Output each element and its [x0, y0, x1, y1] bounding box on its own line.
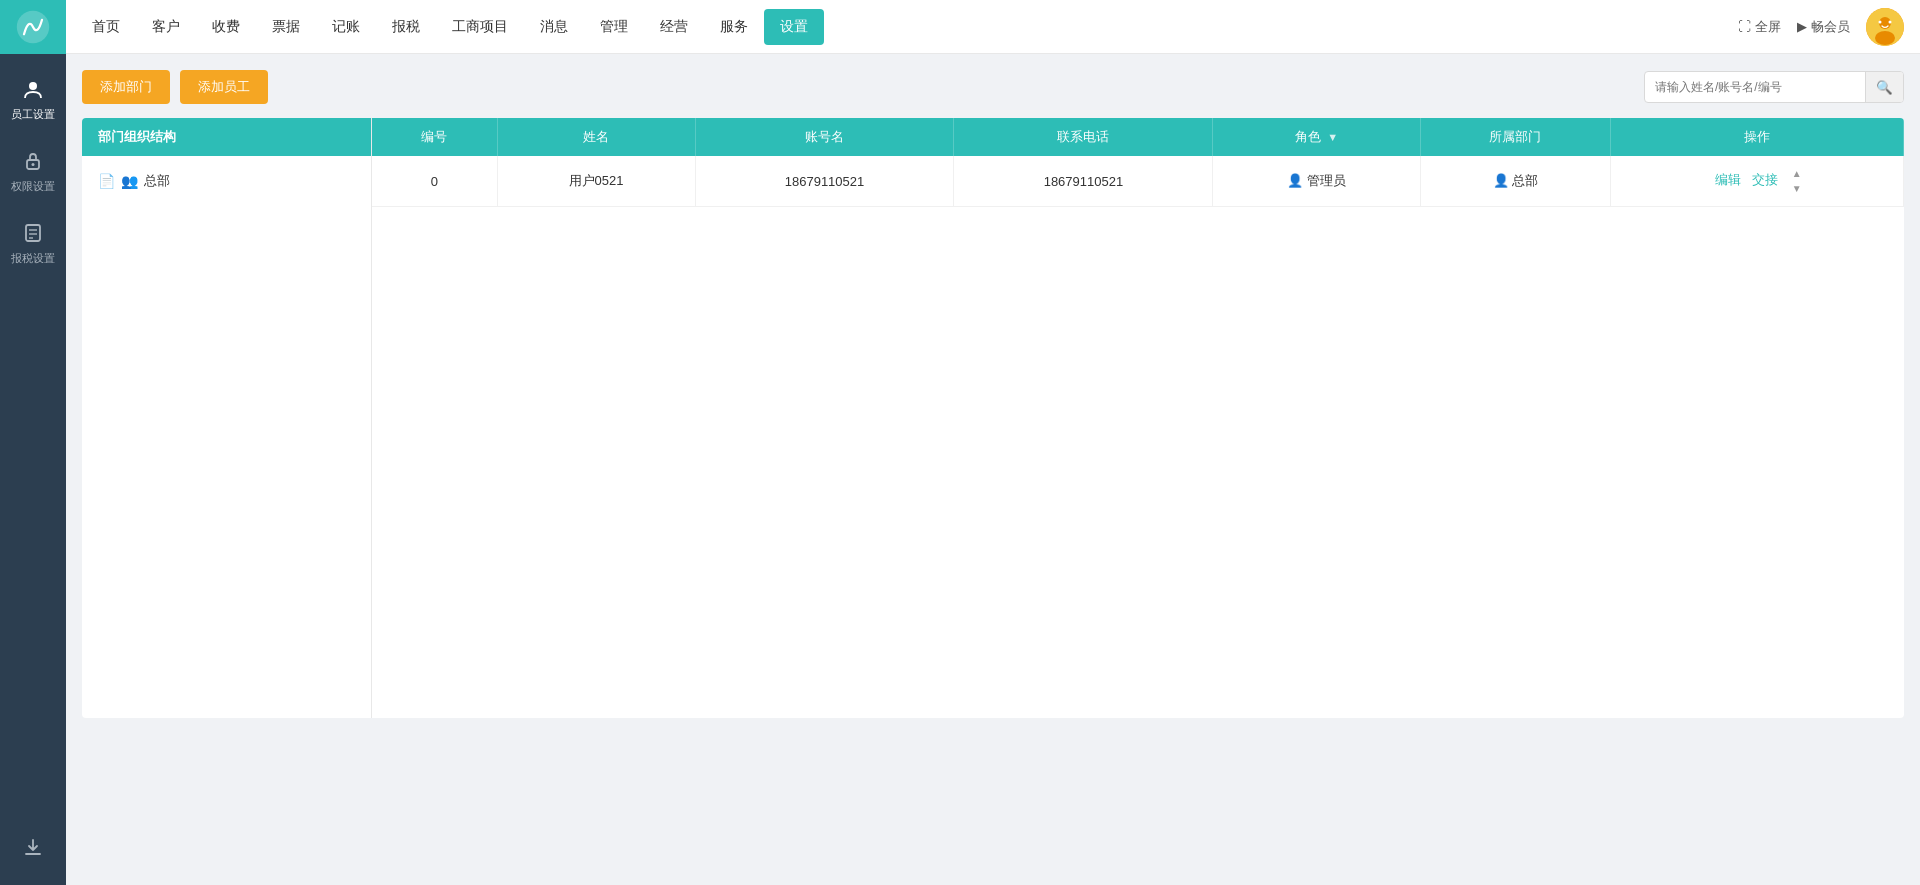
content-area: 添加部门 添加员工 🔍 部门组织结构 📄 👥 总部 — [66, 54, 1920, 885]
col-role-label: 角色 — [1295, 129, 1321, 144]
col-name: 姓名 — [497, 118, 695, 156]
nav-fee[interactable]: 收费 — [196, 0, 256, 54]
vip-label: 畅会员 — [1811, 18, 1850, 36]
nav-settings[interactable]: 设置 — [764, 9, 824, 45]
cell-dept: 👤 总部 — [1420, 156, 1611, 207]
dept-user-icon: 👤 — [1493, 173, 1509, 188]
vip-icon: ▶ — [1797, 19, 1807, 34]
nav-biz[interactable]: 工商项目 — [436, 0, 524, 54]
col-dept: 所属部门 — [1420, 118, 1611, 156]
logo — [0, 0, 66, 54]
table-area: 编号 姓名 账号名 联系电话 角色 ▼ 所属部门 操作 — [372, 118, 1904, 718]
edit-link[interactable]: 编辑 — [1715, 172, 1741, 187]
nav-tax[interactable]: 报税 — [376, 0, 436, 54]
fullscreen-btn[interactable]: ⛶ 全屏 — [1738, 18, 1781, 36]
toolbar: 添加部门 添加员工 🔍 — [82, 70, 1904, 104]
nav-message[interactable]: 消息 — [524, 0, 584, 54]
cell-role: 👤 管理员 — [1213, 156, 1420, 207]
avatar[interactable] — [1866, 8, 1904, 46]
scroll-down-btn[interactable]: ▼ — [1790, 181, 1804, 196]
fullscreen-icon: ⛶ — [1738, 19, 1751, 34]
cell-account: 18679110521 — [695, 156, 954, 207]
transfer-link[interactable]: 交接 — [1752, 172, 1778, 187]
employee-icon — [22, 78, 44, 103]
search-input[interactable] — [1645, 80, 1865, 94]
dept-item-label: 总部 — [144, 172, 170, 190]
sidebar-download-btn[interactable] — [0, 822, 66, 875]
cell-name: 用户0521 — [497, 156, 695, 207]
role-label: 管理员 — [1307, 173, 1346, 188]
role-user-icon: 👤 — [1287, 173, 1303, 188]
search-button[interactable]: 🔍 — [1865, 72, 1903, 102]
file-icon: 📄 — [98, 173, 115, 189]
sidebar: 员工设置 权限设置 报税设置 — [0, 54, 66, 885]
nav-invoice[interactable]: 票据 — [256, 0, 316, 54]
nav-items: 首页 客户 收费 票据 记账 报税 工商项目 消息 管理 经营 服务 设置 — [66, 0, 1738, 54]
dept-label: 总部 — [1512, 173, 1538, 188]
col-account: 账号名 — [695, 118, 954, 156]
col-phone: 联系电话 — [954, 118, 1213, 156]
col-role[interactable]: 角色 ▼ — [1213, 118, 1420, 156]
fullscreen-label: 全屏 — [1755, 18, 1781, 36]
tax-settings-icon — [22, 222, 44, 247]
user-group-icon: 👥 — [121, 173, 138, 189]
nav-customer[interactable]: 客户 — [136, 0, 196, 54]
nav-home[interactable]: 首页 — [76, 0, 136, 54]
download-icon — [22, 836, 44, 861]
sidebar-item-employee[interactable]: 员工设置 — [0, 64, 66, 136]
dept-tree-body: 📄 👥 总部 — [82, 156, 371, 206]
svg-point-3 — [1875, 31, 1895, 45]
dept-tree: 部门组织结构 📄 👥 总部 — [82, 118, 372, 718]
vip-btn[interactable]: ▶ 畅会员 — [1797, 18, 1850, 36]
cell-ops: 编辑 交接 ▲ ▼ — [1611, 156, 1904, 207]
sidebar-bottom — [0, 822, 66, 875]
nav-service[interactable]: 服务 — [704, 0, 764, 54]
scroll-controls: ▲ ▼ — [1790, 166, 1804, 196]
cell-phone: 18679110521 — [954, 156, 1213, 207]
main-panel: 部门组织结构 📄 👥 总部 编号 姓名 账号名 — [82, 118, 1904, 718]
scroll-up-btn[interactable]: ▲ — [1790, 166, 1804, 181]
add-employee-button[interactable]: 添加员工 — [180, 70, 268, 104]
svg-point-5 — [1889, 20, 1892, 23]
sidebar-item-tax-settings[interactable]: 报税设置 — [0, 208, 66, 280]
svg-point-6 — [29, 82, 37, 90]
sidebar-label-tax-settings: 报税设置 — [11, 251, 55, 266]
sidebar-label-permission: 权限设置 — [11, 179, 55, 194]
table-row: 0 用户0521 18679110521 18679110521 👤 管理员 👤… — [372, 156, 1904, 207]
svg-point-4 — [1879, 20, 1882, 23]
main-layout: 员工设置 权限设置 报税设置 — [0, 54, 1920, 885]
sidebar-item-permission[interactable]: 权限设置 — [0, 136, 66, 208]
dept-tree-header: 部门组织结构 — [82, 118, 371, 156]
cell-id: 0 — [372, 156, 497, 207]
nav-right: ⛶ 全屏 ▶ 畅会员 — [1738, 8, 1920, 46]
svg-point-8 — [32, 163, 35, 166]
filter-icon: ▼ — [1327, 131, 1338, 143]
sidebar-label-employee: 员工设置 — [11, 107, 55, 122]
nav-operation[interactable]: 经营 — [644, 0, 704, 54]
dept-item-general[interactable]: 📄 👥 总部 — [94, 166, 359, 196]
permission-icon — [22, 150, 44, 175]
search-box: 🔍 — [1644, 71, 1904, 103]
employee-table: 编号 姓名 账号名 联系电话 角色 ▼ 所属部门 操作 — [372, 118, 1904, 207]
nav-manage[interactable]: 管理 — [584, 0, 644, 54]
add-dept-button[interactable]: 添加部门 — [82, 70, 170, 104]
col-id: 编号 — [372, 118, 497, 156]
col-ops: 操作 — [1611, 118, 1904, 156]
nav-bookkeeping[interactable]: 记账 — [316, 0, 376, 54]
top-navigation: 首页 客户 收费 票据 记账 报税 工商项目 消息 管理 经营 服务 设置 ⛶ … — [0, 0, 1920, 54]
